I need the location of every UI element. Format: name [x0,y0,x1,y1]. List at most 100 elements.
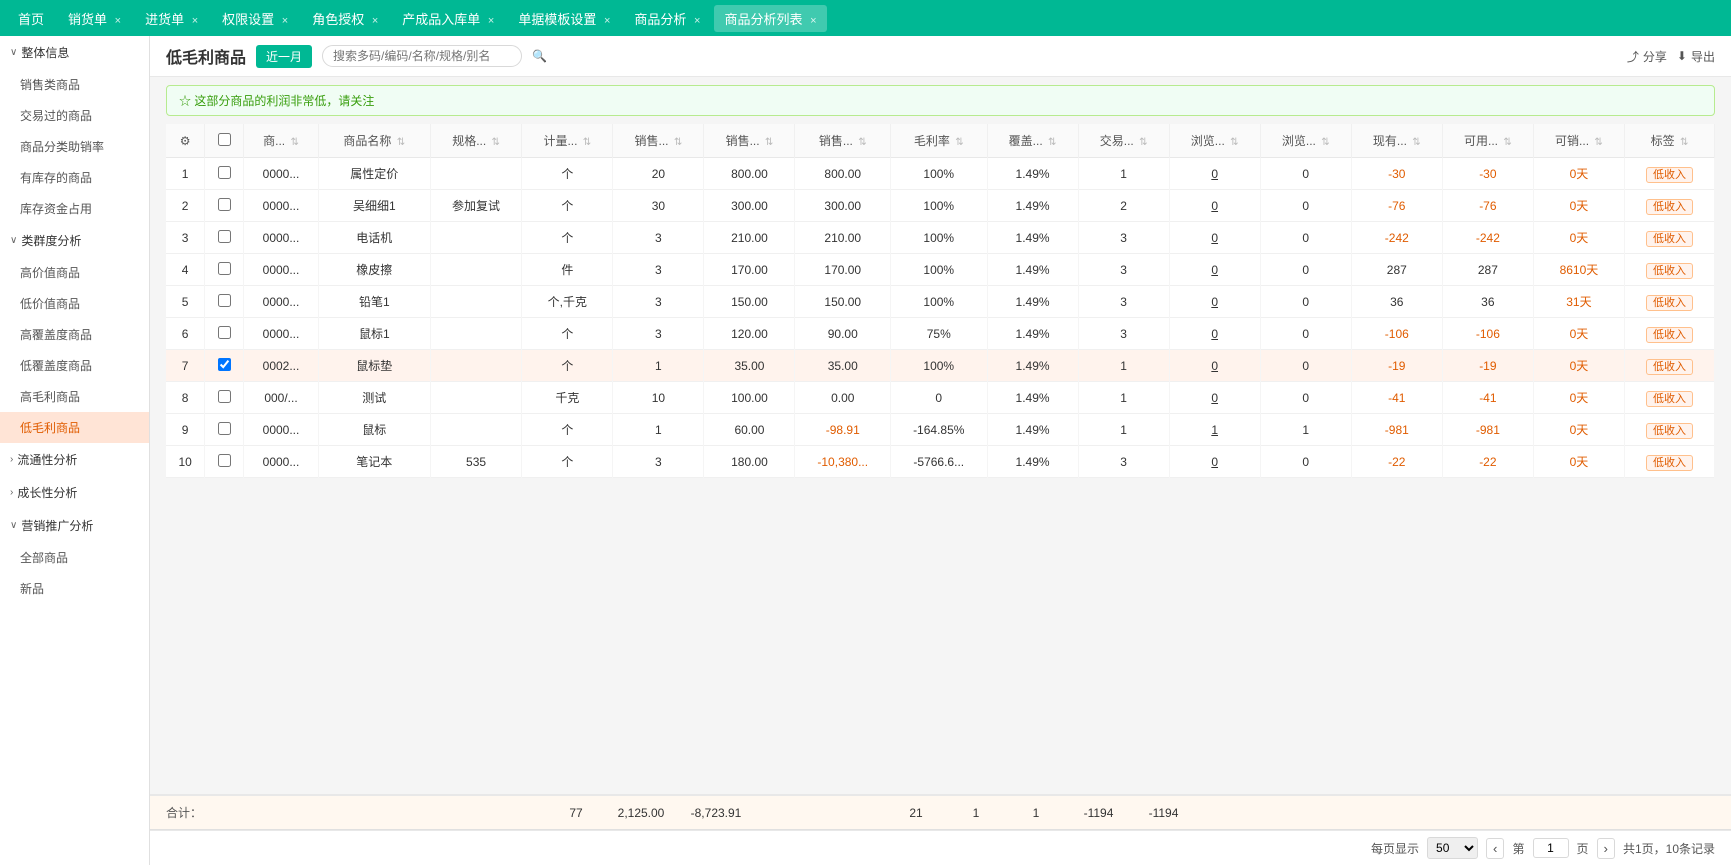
col-unit[interactable]: 计量... ⇅ [522,124,613,158]
next-page-button[interactable]: › [1597,838,1615,859]
search-icon[interactable]: 🔍 [532,49,547,63]
nav-sales-close[interactable]: × [115,15,121,27]
row-browse1[interactable]: 0 [1169,158,1260,190]
row-browse1[interactable]: 0 [1169,446,1260,478]
col-margin[interactable]: 毛利率 ⇅ [891,124,988,158]
total-browse2: 1 [1006,806,1066,820]
row-sales: 170.00 [795,254,891,286]
col-avail[interactable]: 可用... ⇅ [1442,124,1533,158]
select-all-checkbox[interactable] [218,133,231,146]
nav-purchase[interactable]: 进货单 × [135,5,208,32]
row-browse1[interactable]: 0 [1169,222,1260,254]
row-spec [430,318,521,350]
sidebar-item-low-value[interactable]: 低价值商品 [0,288,149,319]
sidebar-item-all-goods[interactable]: 全部商品 [0,542,149,573]
col-price[interactable]: 销售... ⇅ [704,124,795,158]
row-price: 150.00 [704,286,795,318]
col-name[interactable]: 商品名称 ⇅ [318,124,430,158]
sidebar-item-traded-goods[interactable]: 交易过的商品 [0,100,149,131]
row-code: 0000... [244,158,319,190]
sidebar-group-overall[interactable]: ∨ 整体信息 [0,36,149,69]
nav-product-entry-close[interactable]: × [488,15,494,27]
sidebar-item-category-rate[interactable]: 商品分类助销率 [0,131,149,162]
nav-goods-analysis[interactable]: 商品分析 × [624,5,710,32]
row-select-checkbox[interactable] [218,198,231,211]
col-browse2[interactable]: 浏览... ⇅ [1260,124,1351,158]
col-spec[interactable]: 规格... ⇅ [430,124,521,158]
row-no: 3 [166,222,205,254]
row-select-checkbox[interactable] [218,390,231,403]
row-browse1[interactable]: 0 [1169,286,1260,318]
nav-permissions[interactable]: 权限设置 × [212,5,298,32]
row-browse1[interactable]: 0 [1169,190,1260,222]
sidebar-group-growth[interactable]: › 成长性分析 [0,476,149,509]
row-stock: -41 [1351,382,1442,414]
page-input[interactable] [1533,838,1569,858]
row-select-checkbox[interactable] [218,294,231,307]
sidebar-item-stock-capital[interactable]: 库存资金占用 [0,193,149,224]
col-code[interactable]: 商... ⇅ [244,124,319,158]
col-trade[interactable]: 交易... ⇅ [1078,124,1169,158]
nav-template-close[interactable]: × [604,15,610,27]
page-size-select[interactable]: 50 100 [1427,837,1478,859]
row-browse1[interactable]: 1 [1169,414,1260,446]
sidebar-item-stock-goods[interactable]: 有库存的商品 [0,162,149,193]
total-price: 2,125.00 [606,806,676,820]
row-trade: 1 [1078,350,1169,382]
nav-purchase-close[interactable]: × [192,15,198,27]
row-select-checkbox[interactable] [218,358,231,371]
nav-goods-close[interactable]: × [694,15,700,27]
sidebar-item-high-value[interactable]: 高价值商品 [0,257,149,288]
arrow-flow: › [10,454,13,465]
sidebar-item-low-coverage[interactable]: 低覆盖度商品 [0,350,149,381]
sidebar-group-cluster[interactable]: ∨ 类群度分析 [0,224,149,257]
col-settings[interactable]: ⚙ [166,124,205,158]
row-select-checkbox[interactable] [218,262,231,275]
search-input[interactable] [322,45,522,67]
sidebar-group-flow[interactable]: › 流通性分析 [0,443,149,476]
col-qty[interactable]: 销售... ⇅ [613,124,704,158]
row-qty: 10 [613,382,704,414]
sidebar-item-new-goods[interactable]: 新品 [0,573,149,604]
nav-goods-analysis-list[interactable]: 商品分析列表 × [714,5,826,32]
nav-roles[interactable]: 角色授权 × [302,5,388,32]
row-select-checkbox[interactable] [218,230,231,243]
nav-goods-list-close[interactable]: × [810,15,816,27]
export-button[interactable]: ⬇ 导出 [1677,48,1715,65]
col-stock[interactable]: 现有... ⇅ [1351,124,1442,158]
filter-recent-month-button[interactable]: 近一月 [256,45,312,68]
nav-permissions-close[interactable]: × [282,15,288,27]
row-stock: -242 [1351,222,1442,254]
sidebar-item-low-margin[interactable]: 低毛利商品 [0,412,149,443]
prev-page-button[interactable]: ‹ [1486,838,1504,859]
goods-table: ⚙ 商... ⇅ 商品名称 ⇅ 规格... ⇅ 计量... ⇅ 销售... ⇅ … [166,124,1715,478]
sidebar-group-marketing[interactable]: ∨ 营销推广分析 [0,509,149,542]
nav-sales[interactable]: 销货单 × [58,5,131,32]
share-button[interactable]: ⤴ 分享 [1627,48,1667,65]
nav-template[interactable]: 单据模板设置 × [508,5,620,32]
row-select-checkbox[interactable] [218,326,231,339]
col-sales[interactable]: 销售... ⇅ [795,124,891,158]
nav-roles-close[interactable]: × [372,15,378,27]
col-browse1[interactable]: 浏览... ⇅ [1169,124,1260,158]
row-browse1[interactable]: 0 [1169,382,1260,414]
row-unit: 个 [522,446,613,478]
row-browse1[interactable]: 0 [1169,254,1260,286]
col-sellable[interactable]: 可销... ⇅ [1533,124,1624,158]
sidebar-item-high-margin[interactable]: 高毛利商品 [0,381,149,412]
nav-product-entry[interactable]: 产成品入库单 × [392,5,504,32]
row-avail: -76 [1442,190,1533,222]
row-select-checkbox[interactable] [218,454,231,467]
row-select-checkbox[interactable] [218,166,231,179]
row-qty: 3 [613,254,704,286]
col-coverage[interactable]: 覆盖... ⇅ [987,124,1078,158]
row-unit: 个,千克 [522,286,613,318]
sidebar-item-high-coverage[interactable]: 高覆盖度商品 [0,319,149,350]
row-browse1[interactable]: 0 [1169,318,1260,350]
sidebar-item-sales-goods[interactable]: 销售类商品 [0,69,149,100]
nav-home[interactable]: 首页 [8,5,54,32]
row-browse1[interactable]: 0 [1169,350,1260,382]
row-browse2: 0 [1260,190,1351,222]
row-select-checkbox[interactable] [218,422,231,435]
col-tag[interactable]: 标签 ⇅ [1624,124,1714,158]
